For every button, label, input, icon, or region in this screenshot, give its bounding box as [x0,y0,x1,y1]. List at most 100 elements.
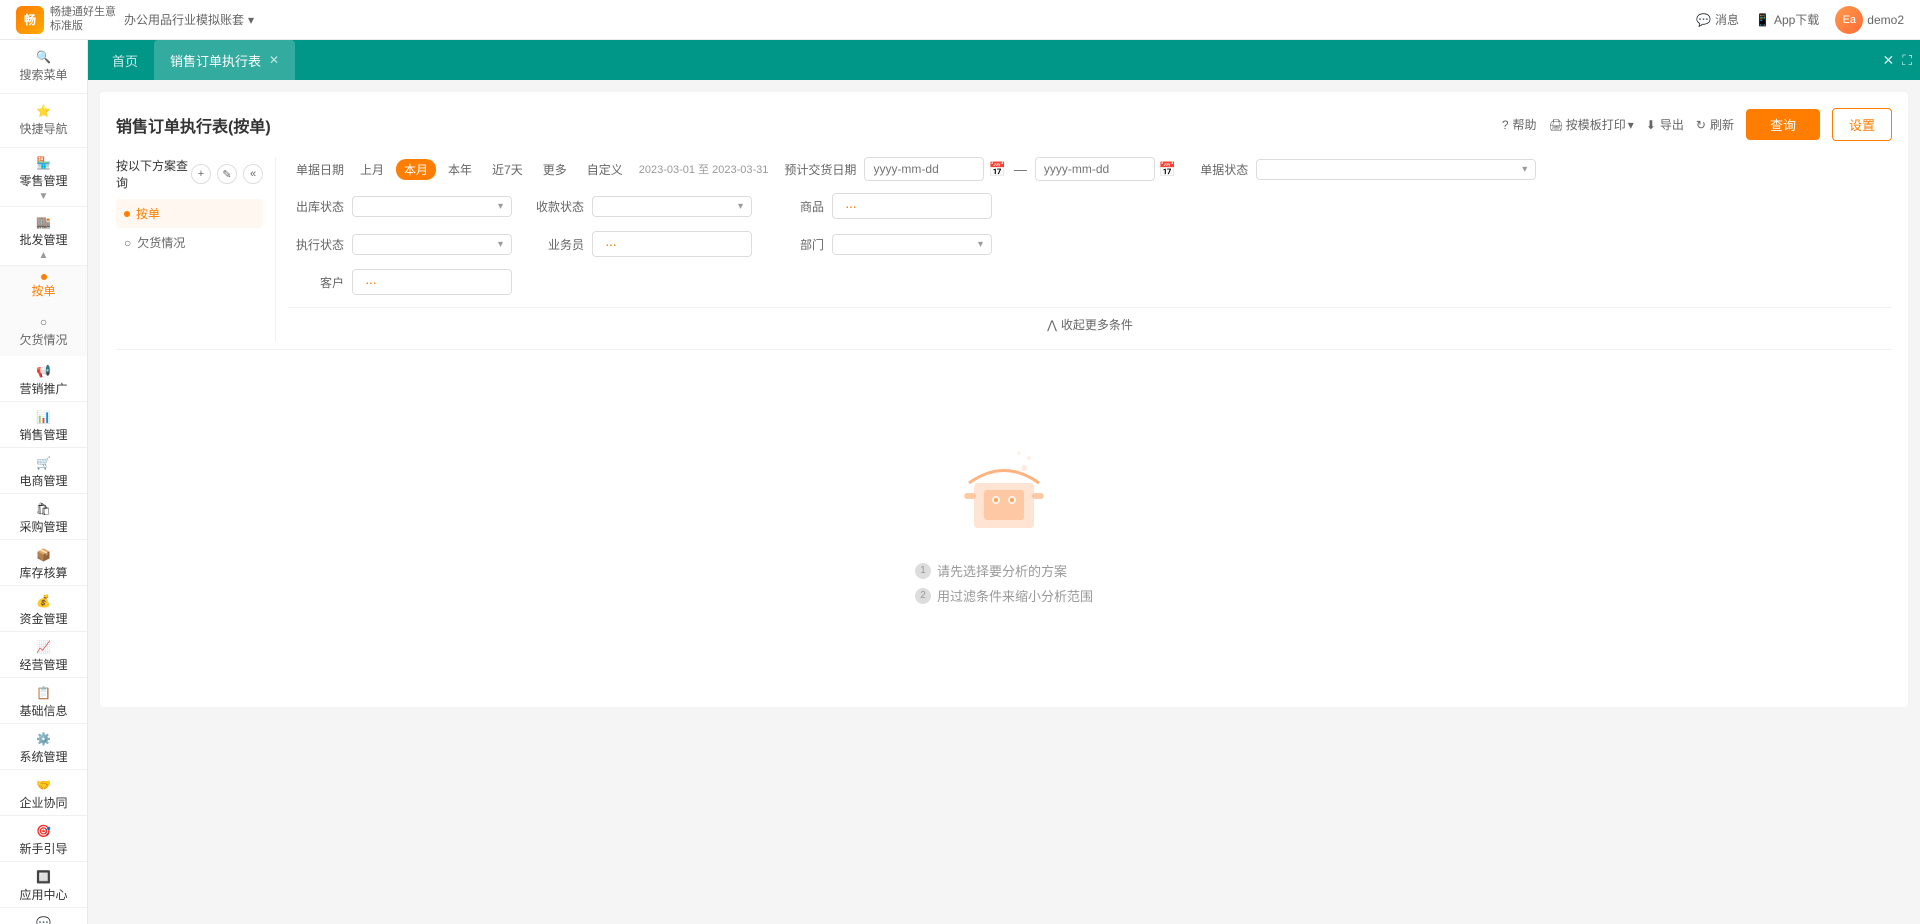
date-tab-this-month[interactable]: 本月 [396,159,436,180]
sales-icon: 📊 [36,410,51,424]
help-button[interactable]: ? 帮助 [1502,116,1537,133]
sidebar-item-sales[interactable]: 📊 销售管理 [0,402,87,448]
refresh-icon: ↻ [1696,118,1706,132]
goods-select[interactable]: ··· [832,193,992,219]
filter-status-group: 单据状态 ▾ [1192,159,1536,180]
empty-state: 1 请先选择要分析的方案 2 用过滤条件来缩小分析范围 [116,358,1892,691]
date-tab-custom[interactable]: 自定义 [579,159,631,180]
help-icon: ? [1502,118,1509,132]
step-2-icon: 2 [915,588,931,604]
user-menu[interactable]: Ea demo2 [1835,6,1904,34]
page-title: 销售订单执行表(按单) [116,113,271,137]
out-status-select[interactable]: ▾ [352,196,512,217]
export-icon: ⬇ [1646,118,1656,132]
print-button[interactable]: 🖨 按模板打印 ▾ [1549,116,1634,133]
sidebar-item-basic[interactable]: 📋 基础信息 [0,678,87,724]
app-selector[interactable]: 办公用品行业模拟账套 ▾ [124,11,254,28]
settings-button[interactable]: 设置 [1832,108,1892,141]
filter-main: 单据日期 上月 本月 本年 近7天 更多 自定义 2023-03-01 至 20… [288,157,1892,341]
date-separator: — [1014,162,1027,177]
wholesale-icon: 🏬 [36,215,51,229]
sidebar-item-inventory[interactable]: 📦 库存核算 [0,540,87,586]
enterprise-icon: 🤝 [36,778,51,792]
sidebar-item-system[interactable]: ⚙️ 系统管理 [0,724,87,770]
refresh-button[interactable]: ↻ 刷新 [1696,116,1734,133]
expected-date-start[interactable] [864,157,984,181]
sidebar-sub-item-order[interactable]: 按单 [0,266,87,307]
expected-date-end[interactable] [1035,157,1155,181]
sidebar-item-enterprise[interactable]: 🤝 企业协同 [0,770,87,816]
print-icon: 🖨 [1549,118,1564,132]
logo-text: 畅捷通好生意 标准版 [50,6,116,32]
customer-select[interactable]: ··· [352,269,512,295]
customer-label: 客户 [288,274,344,291]
page-inner: 销售订单执行表(按单) ? 帮助 🖨 按模板打印 ▾ ⬇ [100,92,1908,707]
sidebar: 🔍 搜索菜单 ⭐ 快捷导航 🏪 零售管理 ▼ 🏬 批发管理 ▲ 按单 ○ 欠货情… [0,40,88,924]
header-left: 畅 畅捷通好生意 标准版 办公用品行业模拟账套 ▾ [16,6,254,34]
edit-scheme-button[interactable]: ✎ [217,164,237,184]
filter-date-group: 单据日期 上月 本月 本年 近7天 更多 自定义 2023-03-01 至 20… [288,159,768,180]
system-icon: ⚙️ [36,732,51,746]
date-tab-more[interactable]: 更多 [535,159,575,180]
date-tab-last-month[interactable]: 上月 [352,159,392,180]
filter-row-1: 单据日期 上月 本月 本年 近7天 更多 自定义 2023-03-01 至 20… [288,157,1892,181]
exec-status-select[interactable]: ▾ [352,234,512,255]
dept-select[interactable]: ▾ [832,234,992,255]
tab-sales-order[interactable]: 销售订单执行表 ✕ [154,40,295,80]
sidebar-item-purchase[interactable]: 🛍 采购管理 [0,494,87,540]
collapse-button[interactable]: ⋀ 收起更多条件 [288,307,1892,341]
sidebar-quick-nav[interactable]: ⭐ 快捷导航 [0,94,87,148]
message-button[interactable]: 💬 消息 [1696,11,1739,28]
collapse-scheme-button[interactable]: « [243,164,263,184]
status-select[interactable]: ▾ [1256,159,1536,180]
salesperson-select[interactable]: ··· [592,231,752,257]
chevron-down-icon: ▾ [1522,164,1527,175]
tab-home[interactable]: 首页 [96,40,154,80]
sidebar-item-finance[interactable]: 💰 资金管理 [0,586,87,632]
page-content: 销售订单执行表(按单) ? 帮助 🖨 按模板打印 ▾ ⬇ [88,80,1920,924]
scheme-item-by-order[interactable]: 按单 [116,199,263,228]
dept-label: 部门 [768,236,824,253]
sidebar-item-marketing[interactable]: 📢 营销推广 [0,356,87,402]
empty-hint-2: 2 用过滤条件来缩小分析范围 [915,586,1093,605]
chevron-down-icon: ▾ [498,201,503,212]
date-input-group-end: 📅 [1035,157,1176,181]
newbie-icon: 🎯 [36,824,51,838]
tab-bar: 首页 销售订单执行表 ✕ ✕ ⛶ [88,40,1920,80]
tab-close-icon[interactable]: ✕ [269,53,279,67]
app-download-button[interactable]: 📱 App下载 [1755,11,1819,28]
date-tabs: 上月 本月 本年 近7天 更多 自定义 [352,159,631,180]
sidebar-item-app-center[interactable]: 🔲 应用中心 [0,862,87,908]
sidebar-item-newbie[interactable]: 🎯 新手引导 [0,816,87,862]
sidebar-search[interactable]: 🔍 搜索菜单 [0,40,87,94]
chevron-down-icon: ▾ [978,239,983,250]
date-tab-this-year[interactable]: 本年 [440,159,480,180]
tab-maximize-icon[interactable]: ⛶ [1902,52,1912,69]
logo-icon: 畅 [16,6,44,34]
sidebar-item-operations[interactable]: 📈 经营管理 [0,632,87,678]
query-button[interactable]: 查询 [1746,109,1820,140]
scheme-item-by-debt[interactable]: ○ 欠货情况 [116,228,263,257]
sidebar-item-retail[interactable]: 🏪 零售管理 ▼ [0,148,87,207]
more-icon: ··· [845,198,856,214]
payment-status-select[interactable]: ▾ [592,196,752,217]
sidebar-item-wechat[interactable]: 💬 企业微信 [0,908,87,924]
sidebar-item-ecommerce[interactable]: 🛒 电商管理 [0,448,87,494]
tab-minimize-icon[interactable]: ✕ [1882,52,1894,69]
add-scheme-button[interactable]: + [191,164,211,184]
filter-row-2: 出库状态 ▾ 收款状态 ▾ [288,193,1892,219]
sidebar-item-wholesale[interactable]: 🏬 批发管理 ▲ [0,207,87,266]
active-dot [41,274,47,280]
marketing-icon: 📢 [36,364,51,378]
chevron-down-icon: ▾ [1628,118,1634,132]
date-tab-last7[interactable]: 近7天 [484,159,531,180]
export-button[interactable]: ⬇ 导出 [1646,116,1684,133]
operations-icon: 📈 [36,640,51,654]
payment-status-label: 收款状态 [528,198,584,215]
date-range-text: 2023-03-01 至 2023-03-31 [639,161,769,177]
empty-icon-area [954,438,1054,541]
top-header: 畅 畅捷通好生意 标准版 办公用品行业模拟账套 ▾ 💬 消息 📱 App下载 E… [0,0,1920,40]
ecommerce-icon: 🛒 [36,456,51,470]
sidebar-sub-item-debt[interactable]: ○ 欠货情况 [0,307,87,356]
calendar-start-icon: 📅 [988,161,1005,178]
